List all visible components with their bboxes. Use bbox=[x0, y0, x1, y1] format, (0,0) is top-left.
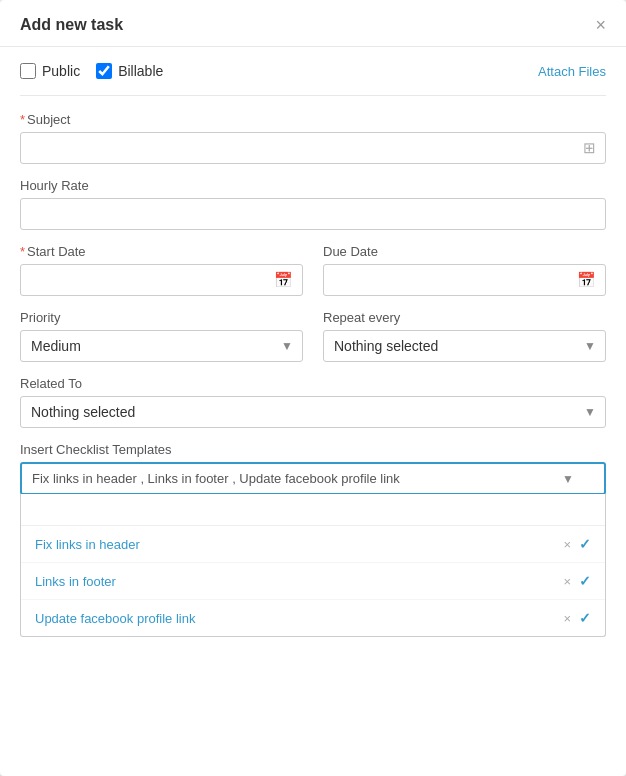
checklist-field-group: Insert Checklist Templates Fix links in … bbox=[20, 442, 606, 637]
hourly-rate-label: Hourly Rate bbox=[20, 178, 606, 193]
checklist-item-remove-2[interactable]: × bbox=[563, 574, 571, 589]
repeat-every-select[interactable]: Nothing selected Daily Weekly Monthly bbox=[323, 330, 606, 362]
related-to-select-wrapper: Nothing selected ▼ bbox=[20, 396, 606, 428]
checklist-item-actions-1: × ✓ bbox=[563, 536, 591, 552]
checklist-dropdown-container: Fix links in header , Links in footer , … bbox=[20, 462, 606, 637]
priority-row: Priority Low Medium High Urgent ▼ Repeat… bbox=[20, 310, 606, 376]
start-date-field-group: *Start Date 2017-09-14 📅 bbox=[20, 244, 303, 296]
repeat-every-field-group: Repeat every Nothing selected Daily Week… bbox=[323, 310, 606, 362]
due-date-input[interactable] bbox=[323, 264, 606, 296]
list-item: Links in footer × ✓ bbox=[21, 563, 605, 600]
public-label: Public bbox=[42, 63, 80, 79]
start-date-input[interactable]: 2017-09-14 bbox=[20, 264, 303, 296]
public-checkbox[interactable] bbox=[20, 63, 36, 79]
subject-field-group: *Subject ⊞ bbox=[20, 112, 606, 164]
checklist-label: Insert Checklist Templates bbox=[20, 442, 606, 457]
modal-header: Add new task × bbox=[0, 0, 626, 47]
repeat-every-select-wrapper: Nothing selected Daily Weekly Monthly ▼ bbox=[323, 330, 606, 362]
start-date-label: *Start Date bbox=[20, 244, 303, 259]
checklist-item-label-3[interactable]: Update facebook profile link bbox=[35, 611, 195, 626]
subject-label: *Subject bbox=[20, 112, 606, 127]
related-to-label: Related To bbox=[20, 376, 606, 391]
due-date-field-group: Due Date 📅 bbox=[323, 244, 606, 296]
related-to-field-group: Related To Nothing selected ▼ bbox=[20, 376, 606, 428]
modal-body: Public Billable Attach Files *Subject ⊞ … bbox=[0, 47, 626, 667]
close-button[interactable]: × bbox=[595, 16, 606, 34]
checklist-search-input[interactable] bbox=[21, 494, 605, 526]
public-checkbox-label[interactable]: Public bbox=[20, 63, 80, 79]
priority-field-group: Priority Low Medium High Urgent ▼ bbox=[20, 310, 303, 362]
subject-icon: ⊞ bbox=[583, 139, 596, 157]
attach-files-link[interactable]: Attach Files bbox=[538, 64, 606, 79]
repeat-every-label: Repeat every bbox=[323, 310, 606, 325]
checklist-items-list: Fix links in header × ✓ Links in footer … bbox=[21, 526, 605, 636]
subject-input-wrapper: ⊞ bbox=[20, 132, 606, 164]
checklist-selected-text: Fix links in header , Links in footer , … bbox=[32, 471, 400, 486]
hourly-rate-input[interactable]: 0 bbox=[20, 198, 606, 230]
related-to-select[interactable]: Nothing selected bbox=[20, 396, 606, 428]
list-item: Fix links in header × ✓ bbox=[21, 526, 605, 563]
checklist-item-actions-3: × ✓ bbox=[563, 610, 591, 626]
hourly-rate-field-group: Hourly Rate 0 bbox=[20, 178, 606, 230]
add-task-modal: Add new task × Public Billable Attach Fi… bbox=[0, 0, 626, 776]
checklist-item-label-1[interactable]: Fix links in header bbox=[35, 537, 140, 552]
checklist-item-check-1[interactable]: ✓ bbox=[579, 536, 591, 552]
billable-checkbox-label[interactable]: Billable bbox=[96, 63, 163, 79]
checkboxes-row: Public Billable Attach Files bbox=[20, 63, 606, 79]
divider bbox=[20, 95, 606, 96]
checklist-item-remove-1[interactable]: × bbox=[563, 537, 571, 552]
billable-checkbox[interactable] bbox=[96, 63, 112, 79]
list-item: Update facebook profile link × ✓ bbox=[21, 600, 605, 636]
priority-select[interactable]: Low Medium High Urgent bbox=[20, 330, 303, 362]
checklist-dropdown: Fix links in header × ✓ Links in footer … bbox=[20, 494, 606, 637]
start-date-wrapper: 2017-09-14 📅 bbox=[20, 264, 303, 296]
due-date-wrapper: 📅 bbox=[323, 264, 606, 296]
checklist-item-remove-3[interactable]: × bbox=[563, 611, 571, 626]
subject-required-star: * bbox=[20, 112, 25, 127]
checklist-item-check-3[interactable]: ✓ bbox=[579, 610, 591, 626]
checklist-item-label-2[interactable]: Links in footer bbox=[35, 574, 116, 589]
checklist-item-check-2[interactable]: ✓ bbox=[579, 573, 591, 589]
priority-select-wrapper: Low Medium High Urgent ▼ bbox=[20, 330, 303, 362]
checkboxes-left: Public Billable bbox=[20, 63, 163, 79]
date-row: *Start Date 2017-09-14 📅 Due Date 📅 bbox=[20, 244, 606, 310]
checklist-item-actions-2: × ✓ bbox=[563, 573, 591, 589]
checklist-selected-box[interactable]: Fix links in header , Links in footer , … bbox=[20, 462, 606, 495]
due-date-label: Due Date bbox=[323, 244, 606, 259]
start-date-star: * bbox=[20, 244, 25, 259]
subject-input[interactable] bbox=[20, 132, 606, 164]
priority-label: Priority bbox=[20, 310, 303, 325]
checklist-chevron-icon: ▼ bbox=[562, 472, 574, 486]
billable-label: Billable bbox=[118, 63, 163, 79]
modal-title: Add new task bbox=[20, 16, 123, 34]
